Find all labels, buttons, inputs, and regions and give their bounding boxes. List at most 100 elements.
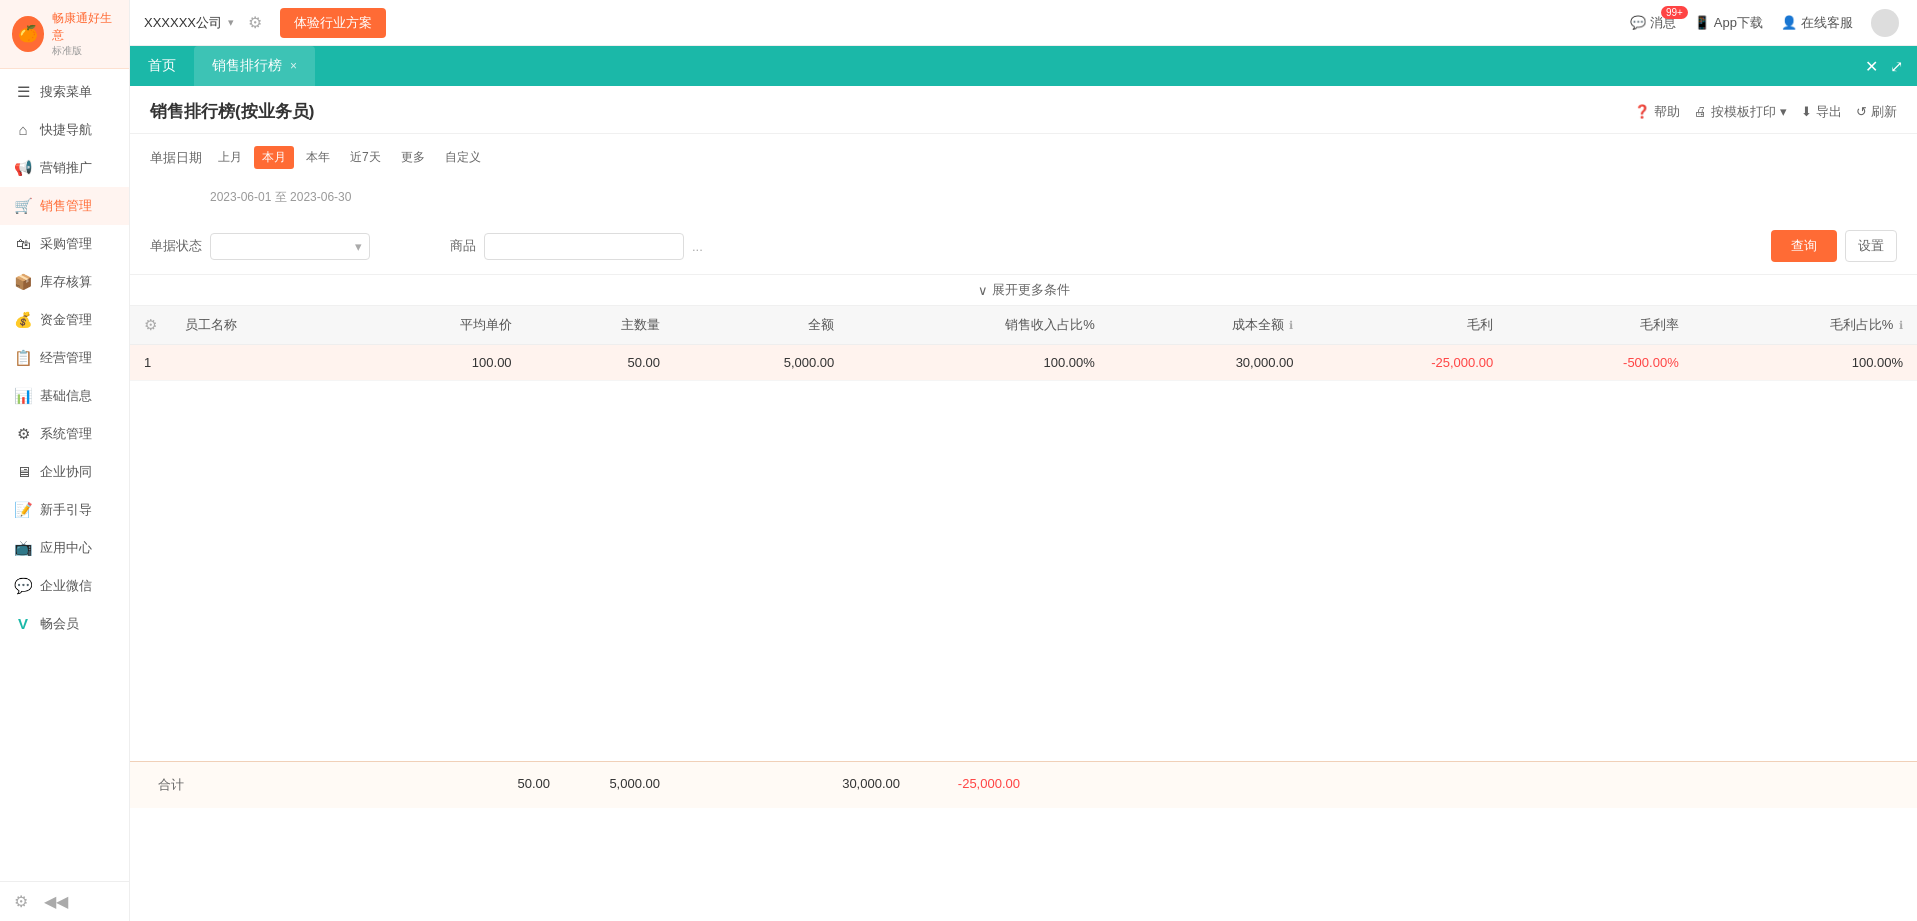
status-select[interactable] [210, 233, 370, 260]
sidebar: 🍊 畅康通好生意 标准版 ☰ 搜索菜单 ⌂ 快捷导航 📢 营销推广 🛒 销售管理… [0, 0, 130, 921]
tab-home[interactable]: 首页 [130, 46, 194, 86]
date-tab-this-month[interactable]: 本月 [254, 146, 294, 169]
export-btn[interactable]: ⬇ 导出 [1801, 103, 1842, 121]
sidebar-label-sales: 销售管理 [40, 197, 92, 215]
sidebar-label-finance: 资金管理 [40, 311, 92, 329]
col-gross-pct-label: 毛利占比% [1830, 317, 1894, 332]
topbar: XXXXXX公司 ▾ ⚙ 体验行业方案 💬 消息 99+ 📱 App下载 👤 在… [130, 0, 1917, 46]
sidebar-item-inventory[interactable]: 📦 库存核算 [0, 263, 129, 301]
col-sales-pct: 销售收入占比% [848, 306, 1109, 345]
collapse-icon[interactable]: ◀◀ [44, 892, 68, 911]
col-avg-price: 平均单价 [348, 306, 525, 345]
tabbar-close-icon[interactable]: ✕ [1865, 57, 1878, 76]
company-selector[interactable]: XXXXXX公司 ▾ [144, 14, 234, 32]
query-button[interactable]: 查询 [1771, 230, 1837, 262]
sidebar-item-basics[interactable]: 📊 基础信息 [0, 377, 129, 415]
goods-input[interactable] [484, 233, 684, 260]
message-btn[interactable]: 💬 消息 99+ [1630, 14, 1676, 32]
col-name: 员工名称 [171, 306, 348, 345]
topbar-gear-icon[interactable]: ⚙ [248, 13, 262, 32]
table-wrap: ⚙ 员工名称 平均单价 主数量 全额 销售收入占比% 成本全额 ℹ 毛利 毛利率 [130, 306, 1917, 381]
tab-sales-ranking[interactable]: 销售排行榜 × [194, 46, 315, 86]
sidebar-label-shortcut: 快捷导航 [40, 121, 92, 139]
print-btn[interactable]: 🖨 按模板打印 ▾ [1694, 103, 1787, 121]
tabbar-expand-icon[interactable]: ⤢ [1890, 57, 1903, 76]
logo-icon: 🍊 [12, 16, 44, 52]
sidebar-item-finance[interactable]: 💰 资金管理 [0, 301, 129, 339]
tabbar-right: ✕ ⤢ [1865, 57, 1917, 76]
sidebar-item-guide[interactable]: 📝 新手引导 [0, 491, 129, 529]
cost-info-icon: ℹ [1289, 319, 1293, 331]
sidebar-label-operations: 经营管理 [40, 349, 92, 367]
search-icon: ☰ [14, 83, 32, 101]
date-tab-more[interactable]: 更多 [393, 146, 433, 169]
help-label: 帮助 [1654, 103, 1680, 121]
date-range-display: 2023-06-01 至 2023-06-30 [210, 190, 351, 204]
gross-pct-info-icon: ℹ [1899, 319, 1903, 331]
sidebar-item-sales[interactable]: 🛒 销售管理 [0, 187, 129, 225]
cell-gross: -25,000.00 [1307, 345, 1507, 381]
filter-bar: 单据日期 上月 本月 本年 近7天 更多 自定义 2023-06-01 至 20… [130, 134, 1917, 275]
cell-name [171, 345, 348, 381]
action-buttons: 查询 设置 [1771, 230, 1897, 262]
sidebar-item-purchase[interactable]: 🛍 采购管理 [0, 225, 129, 263]
sales-icon: 🛒 [14, 197, 32, 215]
sidebar-item-enterprise[interactable]: 🖥 企业协同 [0, 453, 129, 491]
sidebar-item-search[interactable]: ☰ 搜索菜单 [0, 73, 129, 111]
tab-sales-label: 销售排行榜 [212, 57, 282, 75]
help-btn[interactable]: ❓ 帮助 [1634, 103, 1680, 121]
column-settings-icon[interactable]: ⚙ [144, 316, 157, 333]
date-tab-custom[interactable]: 自定义 [437, 146, 489, 169]
refresh-btn[interactable]: ↺ 刷新 [1856, 103, 1897, 121]
wechat-icon: 💬 [14, 577, 32, 595]
basics-icon: 📊 [14, 387, 32, 405]
status-select-wrap [210, 233, 370, 260]
refresh-label: 刷新 [1871, 103, 1897, 121]
sidebar-item-operations[interactable]: 📋 经营管理 [0, 339, 129, 377]
sidebar-item-shortcut[interactable]: ⌂ 快捷导航 [0, 111, 129, 149]
trial-button[interactable]: 体验行业方案 [280, 8, 386, 38]
date-tab-this-year[interactable]: 本年 [298, 146, 338, 169]
cell-sales-pct: 100.00% [848, 345, 1109, 381]
user-avatar-area[interactable] [1871, 9, 1903, 37]
date-tab-last-month[interactable]: 上月 [210, 146, 250, 169]
date-tab-7days[interactable]: 近7天 [342, 146, 389, 169]
more-options-btn[interactable]: ... [692, 239, 703, 254]
sidebar-label-marketing: 营销推广 [40, 159, 92, 177]
footer-label: 合计 [144, 772, 344, 798]
sidebar-label-inventory: 库存核算 [40, 273, 92, 291]
sidebar-label-system: 系统管理 [40, 425, 92, 443]
service-icon: 👤 [1781, 15, 1797, 30]
cell-avg-price: 100.00 [348, 345, 525, 381]
app-download-btn[interactable]: 📱 App下载 [1694, 14, 1763, 32]
page-actions: ❓ 帮助 🖨 按模板打印 ▾ ⬇ 导出 ↺ 刷新 [1634, 103, 1897, 121]
sidebar-item-wechat[interactable]: 💬 企业微信 [0, 567, 129, 605]
cell-cost: 30,000.00 [1109, 345, 1308, 381]
col-main-qty: 主数量 [526, 306, 674, 345]
main-area: XXXXXX公司 ▾ ⚙ 体验行业方案 💬 消息 99+ 📱 App下载 👤 在… [130, 0, 1917, 921]
col-settings: ⚙ [130, 306, 171, 345]
status-filter-label: 单据状态 [150, 237, 202, 255]
expand-down-icon: ∨ [978, 283, 988, 298]
data-table: ⚙ 员工名称 平均单价 主数量 全额 销售收入占比% 成本全额 ℹ 毛利 毛利率 [130, 306, 1917, 381]
sidebar-item-system[interactable]: ⚙ 系统管理 [0, 415, 129, 453]
col-cost-label: 成本全额 [1232, 317, 1284, 332]
cell-main-qty: 50.00 [526, 345, 674, 381]
status-filter-group: 单据状态 [150, 233, 370, 260]
online-service-btn[interactable]: 👤 在线客服 [1781, 14, 1853, 32]
expand-more-btn[interactable]: ∨ 展开更多条件 [978, 281, 1070, 299]
footer-avg-price [344, 772, 464, 798]
sidebar-label-basics: 基础信息 [40, 387, 92, 405]
footer-cost: 30,000.00 [794, 772, 914, 798]
page-header: 销售排行榜(按业务员) ❓ 帮助 🖨 按模板打印 ▾ ⬇ 导出 ↺ 刷新 [130, 86, 1917, 134]
footer-total: 5,000.00 [564, 772, 674, 798]
member-icon: V [14, 615, 32, 632]
tab-close-icon[interactable]: × [290, 59, 297, 73]
settings-button[interactable]: 设置 [1845, 230, 1897, 262]
sidebar-item-marketing[interactable]: 📢 营销推广 [0, 149, 129, 187]
sidebar-item-member[interactable]: V 畅会员 [0, 605, 129, 643]
online-service-label: 在线客服 [1801, 14, 1853, 32]
user-avatar [1871, 9, 1899, 37]
settings-footer-icon[interactable]: ⚙ [14, 892, 28, 911]
sidebar-item-apps[interactable]: 📺 应用中心 [0, 529, 129, 567]
